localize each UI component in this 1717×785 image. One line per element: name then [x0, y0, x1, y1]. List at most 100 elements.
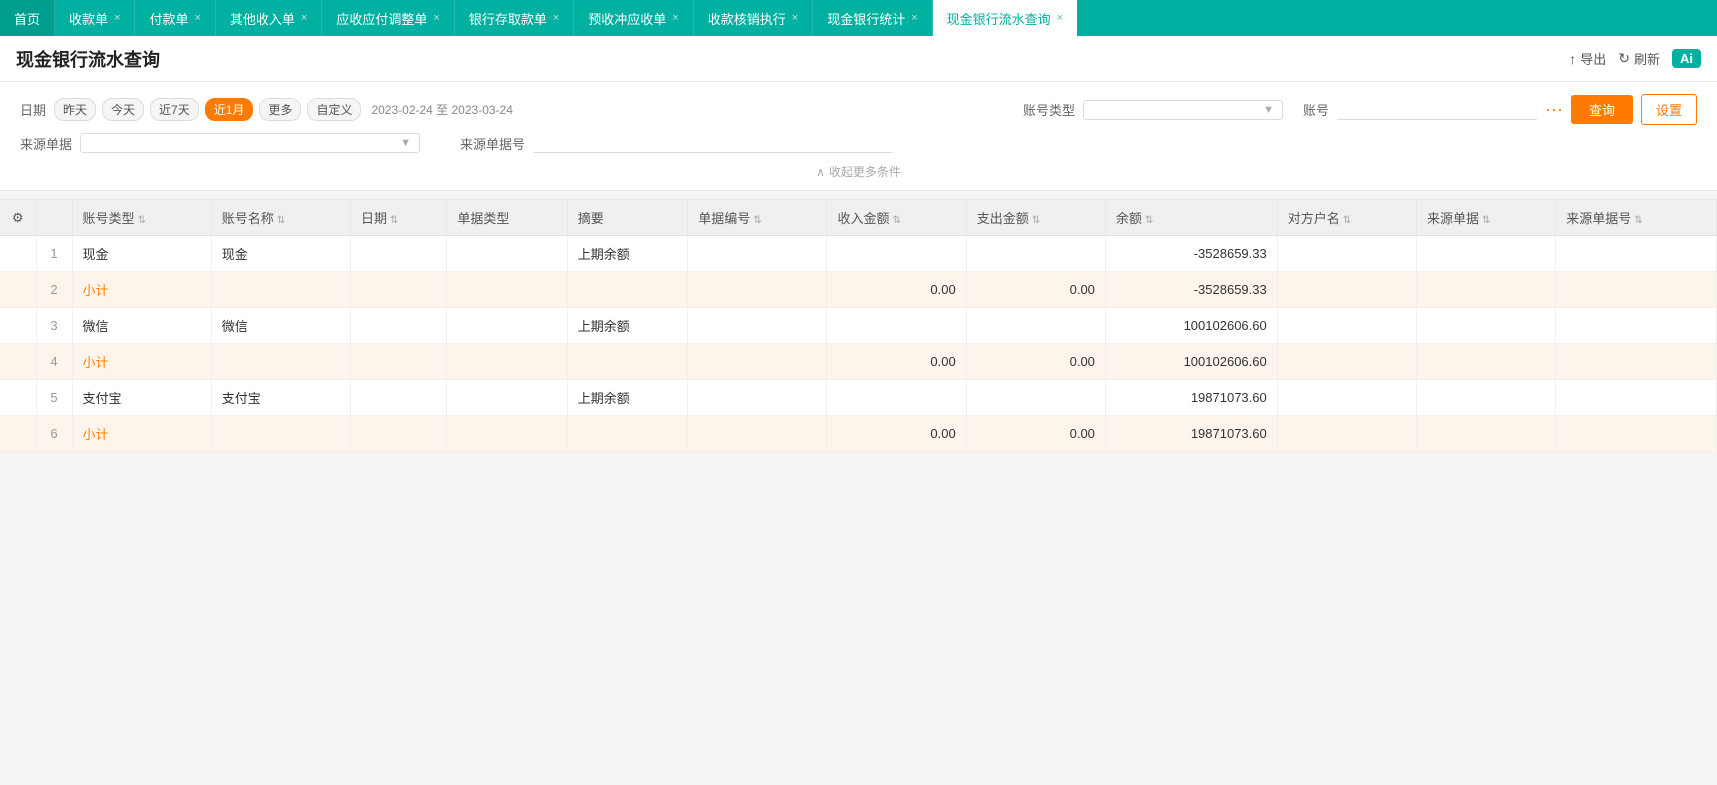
cell-idx: 2	[36, 272, 72, 308]
cell-account_type: 小计	[72, 344, 211, 380]
nav-tab-银行存取款单[interactable]: 银行存取款单×	[455, 0, 574, 36]
cell-balance: 100102606.60	[1105, 308, 1277, 344]
col-header-expense[interactable]: 支出金额⇅	[966, 200, 1105, 236]
nav-tab-现金银行统计[interactable]: 现金银行统计×	[813, 0, 932, 36]
source-doc-num-input-wrapper	[533, 133, 893, 153]
cell-summary	[567, 344, 687, 380]
nav-home[interactable]: 首页	[0, 0, 55, 36]
col-header-account_type[interactable]: 账号类型⇅	[72, 200, 211, 236]
account-dots-button[interactable]: ···	[1545, 99, 1563, 120]
cell-gear	[0, 236, 36, 272]
account-input[interactable]	[1337, 102, 1537, 117]
cell-income	[827, 308, 966, 344]
col-header-summary: 摘要	[567, 200, 687, 236]
cell-doc_type	[447, 380, 567, 416]
close-icon[interactable]: ×	[114, 12, 120, 24]
nav-tab-付款单[interactable]: 付款单×	[135, 0, 215, 36]
cell-income: 0.00	[827, 272, 966, 308]
cell-idx: 5	[36, 380, 72, 416]
date-range-text: 2023-02-24 至 2023-03-24	[371, 101, 512, 118]
source-doc-num-label: 来源单据号	[460, 134, 525, 153]
date-btn-昨天[interactable]: 昨天	[54, 98, 96, 121]
nav-tab-现金银行流水查询[interactable]: 现金银行流水查询×	[933, 0, 1077, 36]
collapse-bar[interactable]: ∧ 收起更多条件	[20, 157, 1697, 182]
col-header-counterparty[interactable]: 对方户名⇅	[1277, 200, 1416, 236]
query-button[interactable]: 查询	[1571, 95, 1633, 124]
date-btn-近1月[interactable]: 近1月	[205, 98, 254, 121]
date-btn-更多[interactable]: 更多	[259, 98, 301, 121]
close-icon[interactable]: ×	[433, 12, 439, 24]
cell-date	[350, 272, 446, 308]
nav-tab-收款单[interactable]: 收款单×	[55, 0, 135, 36]
ai-button[interactable]: Ai	[1672, 49, 1701, 68]
gear-icon[interactable]: ⚙	[12, 210, 24, 225]
cell-account_name	[211, 272, 350, 308]
cell-counterparty	[1277, 380, 1416, 416]
col-header-doc_no[interactable]: 单据编号⇅	[688, 200, 827, 236]
collapse-icon: ∧	[816, 165, 825, 179]
sort-icon: ⇅	[390, 215, 398, 226]
filter-row-2: 来源单据 ▼ 来源单据号	[20, 133, 1697, 153]
cell-date	[350, 308, 446, 344]
source-doc-num-input[interactable]	[533, 135, 893, 150]
close-icon[interactable]: ×	[553, 12, 559, 24]
col-header-doc_type: 单据类型	[447, 200, 567, 236]
cell-counterparty	[1277, 236, 1416, 272]
nav-tab-收款核销执行[interactable]: 收款核销执行×	[694, 0, 813, 36]
cell-gear	[0, 272, 36, 308]
close-icon[interactable]: ×	[1057, 12, 1063, 24]
cell-account_name: 支付宝	[211, 380, 350, 416]
cell-summary: 上期余额	[567, 308, 687, 344]
cell-source_doc_no	[1556, 344, 1717, 380]
col-header-account_name[interactable]: 账号名称⇅	[211, 200, 350, 236]
nav-tab-应收应付调整单[interactable]: 应收应付调整单×	[322, 0, 454, 36]
nav-tab-其他收入单[interactable]: 其他收入单×	[216, 0, 322, 36]
col-header-idx	[36, 200, 72, 236]
close-icon[interactable]: ×	[911, 12, 917, 24]
col-header-gear: ⚙	[0, 200, 36, 236]
date-btn-今天[interactable]: 今天	[102, 98, 144, 121]
sort-icon: ⇅	[1343, 215, 1351, 226]
subtotal-label: 小计	[83, 427, 109, 442]
cell-account_type: 小计	[72, 272, 211, 308]
nav-tab-预收冲应收单[interactable]: 预收冲应收单×	[574, 0, 693, 36]
cell-idx: 6	[36, 416, 72, 452]
cell-balance: 19871073.60	[1105, 416, 1277, 452]
col-header-source_doc_no[interactable]: 来源单据号⇅	[1556, 200, 1717, 236]
close-icon[interactable]: ×	[792, 12, 798, 24]
cell-counterparty	[1277, 344, 1416, 380]
account-type-select[interactable]: ▼	[1083, 100, 1283, 120]
cell-balance: -3528659.33	[1105, 236, 1277, 272]
cell-doc_type	[447, 272, 567, 308]
refresh-button[interactable]: ↻ 刷新	[1618, 49, 1660, 68]
export-label: 导出	[1580, 49, 1606, 68]
close-icon[interactable]: ×	[301, 12, 307, 24]
cell-account_type: 支付宝	[72, 380, 211, 416]
close-icon[interactable]: ×	[194, 12, 200, 24]
export-button[interactable]: ↑ 导出	[1569, 49, 1606, 68]
cell-counterparty	[1277, 416, 1416, 452]
close-icon[interactable]: ×	[672, 12, 678, 24]
cell-expense	[966, 380, 1105, 416]
col-header-date[interactable]: 日期⇅	[350, 200, 446, 236]
col-header-source_doc[interactable]: 来源单据⇅	[1416, 200, 1555, 236]
cell-account_name: 微信	[211, 308, 350, 344]
cell-source_doc	[1416, 308, 1555, 344]
col-header-income[interactable]: 收入金额⇅	[827, 200, 966, 236]
settings-button[interactable]: 设置	[1641, 94, 1697, 125]
account-label: 账号	[1303, 100, 1329, 119]
date-btn-近7天[interactable]: 近7天	[150, 98, 199, 121]
date-btn-自定义[interactable]: 自定义	[307, 98, 361, 121]
cell-account_name: 现金	[211, 236, 350, 272]
cell-source_doc	[1416, 380, 1555, 416]
filter-row-1: 日期 昨天今天近7天近1月更多自定义 2023-02-24 至 2023-03-…	[20, 94, 1697, 125]
cell-doc_type	[447, 308, 567, 344]
cell-gear	[0, 308, 36, 344]
source-doc-select[interactable]: ▼	[80, 133, 420, 153]
cell-date	[350, 416, 446, 452]
sort-icon: ⇅	[1482, 215, 1490, 226]
col-header-balance[interactable]: 余额⇅	[1105, 200, 1277, 236]
cell-doc_no	[688, 236, 827, 272]
sort-icon: ⇅	[892, 215, 900, 226]
collapse-label: 收起更多条件	[829, 163, 901, 180]
